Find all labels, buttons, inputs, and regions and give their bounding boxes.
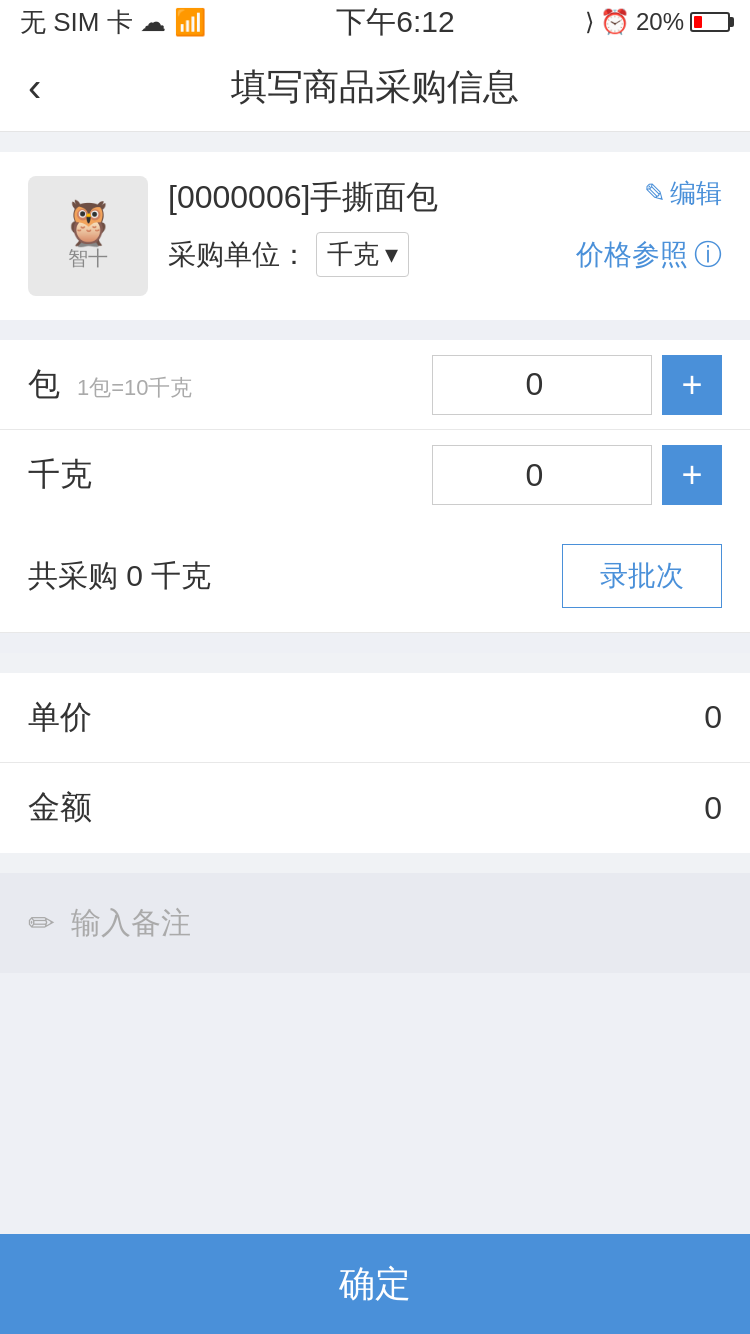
product-meta: 采购单位： 千克 ▾ 价格参照 ⓘ [168,232,722,277]
unit-label: 采购单位： [168,236,308,274]
back-button[interactable]: ‹ [28,65,41,110]
product-thumbnail: 🦉 智十 [28,176,148,296]
kg-input[interactable] [432,445,652,505]
amount-value: 0 [704,790,722,827]
time-display: 下午6:12 [336,2,454,43]
status-bar: 无 SIM 卡 ☁ 📶 下午6:12 ⟩ ⏰ 20% [0,0,750,44]
chevron-down-icon: ▾ [385,239,398,270]
edit-label: 编辑 [670,176,722,211]
owl-icon: 🦉 [61,201,116,245]
kg-label: 千克 [28,453,432,497]
confirm-button[interactable]: 确定 [0,1234,750,1334]
thumb-label: 智十 [68,245,108,272]
unit-price-label: 单价 [28,696,92,740]
info-icon: ⓘ [694,236,722,274]
pencil-icon: ✏ [28,904,55,942]
status-right: ⟩ ⏰ 20% [585,8,730,36]
battery-icon [690,12,730,32]
bag-hint: 1包=10千克 [77,375,193,400]
edit-icon: ✎ [644,178,666,209]
remark-section[interactable]: ✏ 输入备注 [0,873,750,973]
amount-row: 金额 0 [0,763,750,853]
edit-button[interactable]: ✎ 编辑 [644,176,722,211]
bag-input[interactable] [432,355,652,415]
nav-bar: ‹ 填写商品采购信息 [0,44,750,132]
price-ref-button[interactable]: 价格参照 ⓘ [576,236,722,274]
kg-input-row: 千克 + [0,430,750,520]
price-ref-label: 价格参照 [576,236,688,274]
kg-plus-button[interactable]: + [662,445,722,505]
product-card: 🦉 智十 [0000006]手撕面包 采购单位： 千克 ▾ 价格参照 ⓘ [0,152,750,320]
input-section: 包 1包=10千克 + 千克 + [0,340,750,520]
batch-button[interactable]: 录批次 [562,544,722,608]
alarm-icon: ⏰ [600,8,630,36]
sim-label: 无 SIM 卡 ☁ [20,5,166,40]
amount-label: 金额 [28,786,92,830]
price-section: 单价 0 金额 0 [0,673,750,853]
product-name: [0000006]手撕面包 [168,176,722,220]
location-icon: ⟩ [585,8,594,36]
product-info: [0000006]手撕面包 采购单位： 千克 ▾ 价格参照 ⓘ [168,176,722,277]
divider-2 [0,633,750,653]
divider-1 [0,320,750,340]
battery-percent: 20% [636,8,684,36]
remark-placeholder: 输入备注 [71,903,191,944]
unit-price-row: 单价 0 [0,673,750,763]
bag-label: 包 1包=10千克 [28,363,432,407]
wifi-icon: 📶 [174,7,206,38]
total-text: 共采购 0 千克 [28,556,211,597]
total-row: 共采购 0 千克 录批次 [0,520,750,633]
unit-price-value: 0 [704,699,722,736]
bag-input-row: 包 1包=10千克 + [0,340,750,430]
unit-dropdown[interactable]: 千克 ▾ [316,232,409,277]
unit-value: 千克 [327,237,379,272]
bag-plus-button[interactable]: + [662,355,722,415]
page-title: 填写商品采购信息 [231,63,519,112]
status-left: 无 SIM 卡 ☁ 📶 [20,5,206,40]
